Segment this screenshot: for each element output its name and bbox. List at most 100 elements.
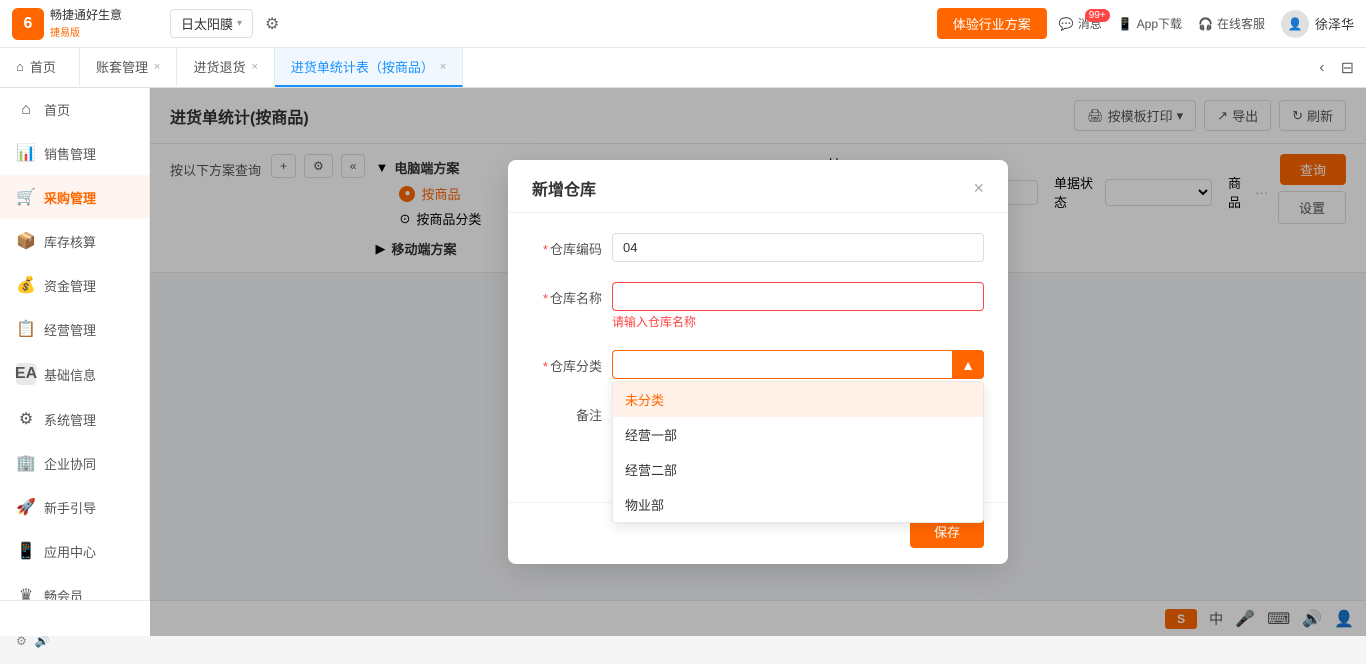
message-icon: 💬 xyxy=(1059,17,1074,31)
fund-icon: 💰 xyxy=(16,275,36,295)
sidebar-home-label: 首页 xyxy=(44,100,70,119)
tab-bar: ⌂ 首页 账套管理 × 进货退货 × 进货单统计表（按商品） × ‹ ⊟ xyxy=(0,48,1366,88)
base-icon: EA xyxy=(16,363,36,385)
close-icon[interactable]: × xyxy=(251,61,257,73)
sidebar-item-operation[interactable]: 📋 经营管理 xyxy=(0,307,149,351)
sidebar-item-base[interactable]: EA 基础信息 xyxy=(0,351,149,397)
top-bar: 6 畅捷通好生意 捷易版 日太阳膜 ▾ ⚙ 体验行业方案 💬 消息 99+ 📱 … xyxy=(0,0,1366,48)
home-tab-icon: ⌂ xyxy=(16,59,24,74)
tab-next-icon[interactable]: ⊟ xyxy=(1337,54,1358,82)
gear-btn[interactable]: ⚙ xyxy=(265,14,279,34)
tab-prev-icon[interactable]: ‹ xyxy=(1315,55,1328,81)
tab-home[interactable]: ⌂ 首页 xyxy=(0,48,80,87)
sidebar-item-fund[interactable]: 💰 资金管理 xyxy=(0,263,149,307)
app-icon: 📱 xyxy=(1118,17,1133,31)
sidebar-stock-label: 库存核算 xyxy=(44,232,96,251)
top-icon-group: 💬 消息 99+ 📱 App下载 🎧 在线客服 👤 徐泽华 xyxy=(1059,10,1354,38)
code-input[interactable] xyxy=(612,233,984,262)
tab-accounts[interactable]: 账套管理 × xyxy=(80,48,177,87)
app-center-icon: 📱 xyxy=(16,541,36,561)
tab-purchase-stats-label: 进货单统计表（按商品） xyxy=(291,57,434,76)
logo-area: 6 畅捷通好生意 捷易版 xyxy=(12,8,162,40)
tab-bar-right: ‹ ⊟ xyxy=(1315,48,1366,87)
modal-new-warehouse: 新增仓库 × *仓库编码 xyxy=(508,160,1008,564)
dropdown-item-none[interactable]: 未分类 xyxy=(613,382,983,417)
main-layout: 首页 📊 销售管理 🛒 采购管理 📦 库存核算 💰 资金管理 📋 经营管理 EA… xyxy=(0,88,1366,636)
tab-home-label: 首页 xyxy=(30,57,56,76)
tab-purchase-return-label: 进货退货 xyxy=(193,57,245,76)
sidebar-item-system[interactable]: ⚙ 系统管理 xyxy=(0,397,149,441)
sidebar-item-sales[interactable]: 📊 销售管理 xyxy=(0,131,149,175)
new-icon: 🚀 xyxy=(16,497,36,517)
sidebar-fund-label: 资金管理 xyxy=(44,276,96,295)
buy-icon: 🛒 xyxy=(16,187,36,207)
store-selector[interactable]: 日太阳膜 ▾ xyxy=(170,9,253,38)
form-row-name: *仓库名称 请输入仓库名称 xyxy=(532,282,984,330)
sidebar-item-enterprise[interactable]: 🏢 企业协同 xyxy=(0,441,149,485)
app-label: App下载 xyxy=(1137,15,1182,32)
content-area: 进货单统计(按商品) 🖨 按模板打印 ▾ ↗ 导出 ↻ 刷新 按以下方案查询 xyxy=(150,88,1366,636)
sidebar-newbie-label: 新手引导 xyxy=(44,498,96,517)
tab-purchase-stats[interactable]: 进货单统计表（按商品） × xyxy=(275,48,463,87)
name-input[interactable] xyxy=(612,282,984,311)
sale-icon: 📊 xyxy=(16,143,36,163)
app-download-btn[interactable]: 📱 App下载 xyxy=(1118,15,1182,32)
trial-button[interactable]: 体验行业方案 xyxy=(937,8,1047,39)
sidebar-operation-label: 经营管理 xyxy=(44,320,96,339)
note-label: 备注 xyxy=(532,399,612,424)
modal-overlay: 新增仓库 × *仓库编码 xyxy=(150,88,1366,636)
sidebar-volume-icon: 🔊 xyxy=(35,634,50,648)
store-name: 日太阳膜 xyxy=(181,14,233,33)
sidebar-enterprise-label: 企业协同 xyxy=(44,454,96,473)
sidebar-item-home[interactable]: 首页 xyxy=(0,88,149,131)
sidebar-item-appcenter[interactable]: 📱 应用中心 xyxy=(0,529,149,573)
headset-icon: 🎧 xyxy=(1198,17,1213,31)
messages-btn[interactable]: 💬 消息 99+ xyxy=(1059,15,1102,32)
category-input[interactable] xyxy=(612,350,984,379)
settings-icon: ⚙ xyxy=(16,634,27,648)
category-field-wrap: ▲ 未分类 经营一部 经营二部 物业部 xyxy=(612,350,984,379)
chevron-down-icon: ▾ xyxy=(237,18,242,29)
logo-text-area: 畅捷通好生意 捷易版 xyxy=(50,8,122,39)
close-icon[interactable]: × xyxy=(154,61,160,73)
name-field-wrap: 请输入仓库名称 xyxy=(612,282,984,330)
form-row-category: *仓库分类 ▲ 未分类 经营一部 经营二部 xyxy=(532,350,984,379)
code-label: *仓库编码 xyxy=(532,233,612,258)
sidebar-item-purchase[interactable]: 🛒 采购管理 xyxy=(0,175,149,219)
sidebar-item-stock[interactable]: 📦 库存核算 xyxy=(0,219,149,263)
avatar: 👤 xyxy=(1281,10,1309,38)
tab-purchase-return[interactable]: 进货退货 × xyxy=(177,48,274,87)
operation-icon: 📋 xyxy=(16,319,36,339)
home-icon xyxy=(16,101,36,119)
code-field-wrap xyxy=(612,233,984,262)
dropdown-item-dept3[interactable]: 物业部 xyxy=(613,487,983,522)
sidebar-item-newbie[interactable]: 🚀 新手引导 xyxy=(0,485,149,529)
dropdown-item-dept2[interactable]: 经营二部 xyxy=(613,452,983,487)
form-row-code: *仓库编码 xyxy=(532,233,984,262)
sidebar: 首页 📊 销售管理 🛒 采购管理 📦 库存核算 💰 资金管理 📋 经营管理 EA… xyxy=(0,88,150,636)
category-label: *仓库分类 xyxy=(532,350,612,375)
service-label: 在线客服 xyxy=(1217,15,1265,32)
top-bar-actions: 体验行业方案 💬 消息 99+ 📱 App下载 🎧 在线客服 👤 徐泽华 xyxy=(287,8,1354,39)
sidebar-system-label: 系统管理 xyxy=(44,410,96,429)
modal-header: 新增仓库 × xyxy=(508,160,1008,213)
logo-sub: 捷易版 xyxy=(50,24,122,39)
sidebar-appcenter-label: 应用中心 xyxy=(44,542,96,561)
stock-icon: 📦 xyxy=(16,231,36,251)
category-select-wrap: ▲ xyxy=(612,350,984,379)
name-label: *仓库名称 xyxy=(532,282,612,307)
modal-body: *仓库编码 *仓库名称 请输入仓库名称 xyxy=(508,213,1008,502)
sidebar-sales-label: 销售管理 xyxy=(44,144,96,163)
modal-close-button[interactable]: × xyxy=(973,178,984,199)
dropdown-item-dept1[interactable]: 经营一部 xyxy=(613,417,983,452)
modal-title: 新增仓库 xyxy=(532,176,596,200)
sidebar-purchase-label: 采购管理 xyxy=(44,188,96,207)
username: 徐泽华 xyxy=(1315,14,1354,33)
service-btn[interactable]: 🎧 在线客服 xyxy=(1198,15,1265,32)
name-error-msg: 请输入仓库名称 xyxy=(612,313,984,330)
user-area[interactable]: 👤 徐泽华 xyxy=(1281,10,1354,38)
tab-accounts-label: 账套管理 xyxy=(96,57,148,76)
sys-icon: ⚙ xyxy=(16,409,36,429)
close-icon[interactable]: × xyxy=(440,61,446,73)
category-dropdown-btn[interactable]: ▲ xyxy=(952,350,984,379)
